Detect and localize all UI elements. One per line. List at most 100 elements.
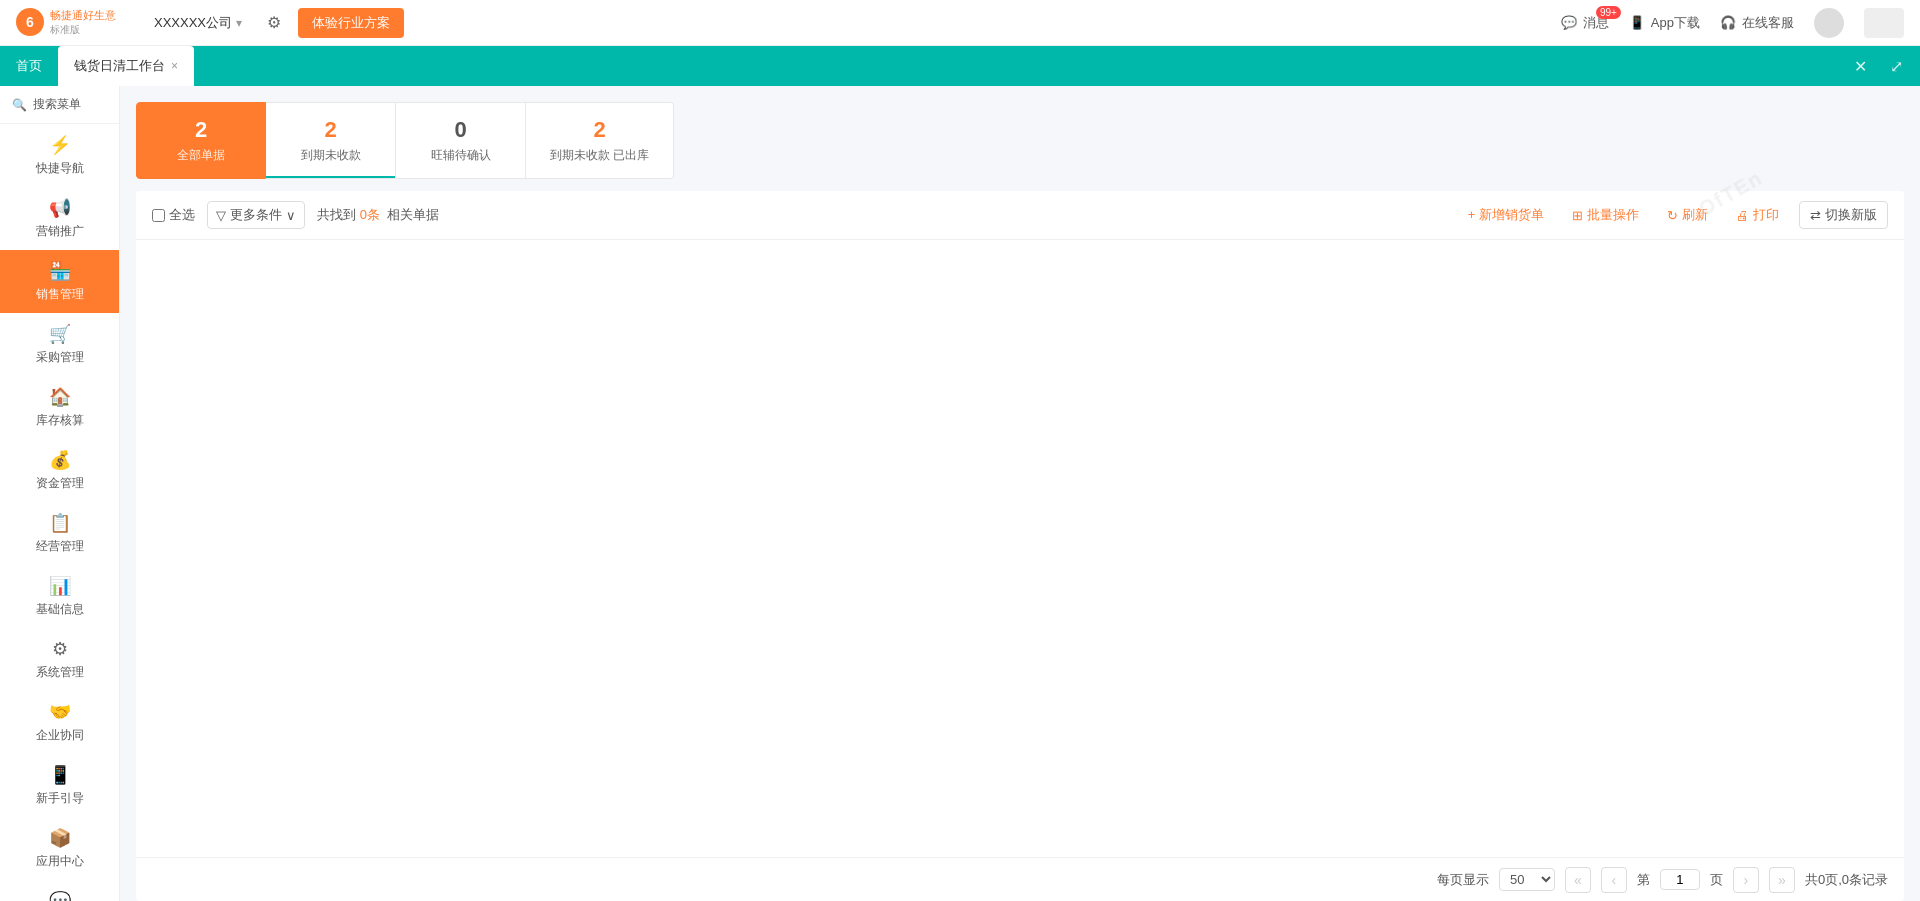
related-link[interactable]: 相关单据 — [387, 207, 439, 222]
basic-info-icon: 📊 — [49, 575, 71, 597]
sales-icon: 🏪 — [49, 260, 71, 282]
print-button[interactable]: 🖨 打印 — [1728, 202, 1787, 228]
batch-button[interactable]: ⊞ 批量操作 — [1564, 202, 1647, 228]
quick-nav-icon: ⚡ — [49, 134, 71, 156]
switch-icon: ⇄ — [1810, 208, 1821, 223]
sidebar-item-label: 销售管理 — [36, 286, 84, 303]
company-selector[interactable]: XXXXXX公司 ▾ — [146, 10, 250, 36]
summary-card-overdue[interactable]: 2 到期未收款 — [266, 102, 396, 179]
tab-close-button[interactable]: ✕ — [1846, 52, 1874, 80]
sidebar-item-system[interactable]: ⚙ 系统管理 — [0, 628, 119, 691]
inventory-icon: 🏠 — [49, 386, 71, 408]
wechat-icon: 💬 — [49, 890, 71, 901]
sidebar: 🔍 搜索菜单 ⚡ 快捷导航 📢 营销推广 🏪 销售管理 🛒 采购管理 🏠 库存核… — [0, 86, 120, 901]
tab-bar: 首页 钱货日清工作台 × ✕ ⤢ — [0, 46, 1920, 86]
search-menu-label: 搜索菜单 — [33, 96, 81, 113]
sidebar-item-label: 库存核算 — [36, 412, 84, 429]
message-badge: 99+ — [1596, 6, 1621, 19]
pagination: 每页显示 50 10 20 100 « ‹ 第 页 › » 共0页,0条记录 — [136, 857, 1904, 901]
avatar[interactable] — [1814, 8, 1844, 38]
sidebar-item-label: 应用中心 — [36, 853, 84, 870]
sidebar-item-wechat[interactable]: 💬 企业微信 — [0, 880, 119, 901]
system-icon: ⚙ — [52, 638, 68, 660]
card-label-overdue: 到期未收款 — [301, 147, 361, 164]
select-all-label: 全选 — [169, 206, 195, 224]
logo-text: 畅捷通好生意 — [50, 8, 116, 22]
guide-icon: 📱 — [49, 764, 71, 786]
purchase-icon: 🛒 — [49, 323, 71, 345]
switch-button[interactable]: ⇄ 切换新版 — [1799, 201, 1888, 229]
toolbar-left: 全选 ▽ 更多条件 ∨ 共找到 0条 相关单据 — [152, 201, 1448, 229]
app-center-icon: 📦 — [49, 827, 71, 849]
top-header: 6 畅捷通好生意 标准版 XXXXXX公司 ▾ ⚙ 体验行业方案 💬 消息 99… — [0, 0, 1920, 46]
sidebar-item-marketing[interactable]: 📢 营销推广 — [0, 187, 119, 250]
filter-icon: ▽ — [216, 208, 226, 223]
card-label-pending: 旺辅待确认 — [431, 147, 491, 164]
next-page-button[interactable]: › — [1733, 867, 1759, 893]
prev-page-icon: ‹ — [1612, 872, 1617, 888]
summary-card-all[interactable]: 2 全部单据 — [136, 102, 266, 179]
tab-close-icon[interactable]: × — [171, 59, 178, 73]
company-name: XXXXXX公司 — [154, 14, 232, 32]
sidebar-item-app-center[interactable]: 📦 应用中心 — [0, 817, 119, 880]
select-all-checkbox[interactable]: 全选 — [152, 206, 195, 224]
sidebar-item-label: 基础信息 — [36, 601, 84, 618]
select-all-input[interactable] — [152, 209, 165, 222]
tab-home[interactable]: 首页 — [0, 46, 58, 86]
sidebar-item-inventory[interactable]: 🏠 库存核算 — [0, 376, 119, 439]
batch-icon: ⊞ — [1572, 208, 1583, 223]
tab-bar-actions: ✕ ⤢ — [1846, 52, 1920, 80]
add-button[interactable]: + 新增销货单 — [1460, 202, 1552, 228]
app-download-button[interactable]: 📱 App下载 — [1629, 14, 1700, 32]
page-input[interactable] — [1660, 869, 1700, 890]
tab-active[interactable]: 钱货日清工作台 × — [58, 46, 194, 86]
search-menu-item[interactable]: 🔍 搜索菜单 — [0, 86, 119, 124]
summary-cards: 2 全部单据 2 到期未收款 0 旺辅待确认 2 到期未收款 已出库 — [120, 86, 1920, 179]
user-menu[interactable] — [1864, 8, 1904, 38]
refresh-button[interactable]: ↻ 刷新 — [1659, 202, 1716, 228]
sidebar-item-basic-info[interactable]: 📊 基础信息 — [0, 565, 119, 628]
summary-card-overdue-out[interactable]: 2 到期未收款 已出库 — [526, 102, 674, 179]
search-icon: 🔍 — [12, 98, 27, 112]
print-icon: 🖨 — [1736, 208, 1749, 223]
service-icon: 🎧 — [1720, 15, 1736, 30]
page-label: 第 — [1637, 871, 1650, 889]
table-area — [136, 240, 1904, 857]
total-info: 共0页,0条记录 — [1805, 871, 1888, 889]
sidebar-item-label: 采购管理 — [36, 349, 84, 366]
toolbar-right: + 新增销货单 ⊞ 批量操作 ↻ 刷新 🖨 打印 ⇄ 切换新版 — [1460, 201, 1888, 229]
settings-button[interactable]: ⚙ — [260, 9, 288, 37]
found-text: 共找到 0条 相关单据 — [317, 206, 439, 224]
marketing-icon: 📢 — [49, 197, 71, 219]
message-button[interactable]: 💬 消息 99+ — [1561, 14, 1609, 32]
card-label-overdue-out: 到期未收款 已出库 — [550, 147, 649, 164]
chevron-down-icon: ▾ — [236, 16, 242, 30]
sidebar-item-label: 资金管理 — [36, 475, 84, 492]
trial-button[interactable]: 体验行业方案 — [298, 8, 404, 38]
logo-icon: 6 — [16, 8, 44, 36]
first-page-icon: « — [1574, 872, 1582, 888]
sidebar-item-label: 企业协同 — [36, 727, 84, 744]
sidebar-item-label: 经营管理 — [36, 538, 84, 555]
sidebar-item-quick-nav[interactable]: ⚡ 快捷导航 — [0, 124, 119, 187]
page-size-label: 每页显示 — [1437, 871, 1489, 889]
filter-button[interactable]: ▽ 更多条件 ∨ — [207, 201, 305, 229]
sidebar-item-label: 营销推广 — [36, 223, 84, 240]
last-page-button[interactable]: » — [1769, 867, 1795, 893]
summary-card-pending[interactable]: 0 旺辅待确认 — [396, 102, 526, 179]
online-service-button[interactable]: 🎧 在线客服 — [1720, 14, 1794, 32]
card-count-overdue: 2 — [324, 117, 336, 143]
expand-icon: ⤢ — [1890, 57, 1903, 76]
sidebar-item-cooperation[interactable]: 🤝 企业协同 — [0, 691, 119, 754]
page-size-select[interactable]: 50 10 20 100 — [1499, 868, 1555, 891]
sidebar-item-guide[interactable]: 📱 新手引导 — [0, 754, 119, 817]
first-page-button[interactable]: « — [1565, 867, 1591, 893]
sidebar-item-operations[interactable]: 📋 经营管理 — [0, 502, 119, 565]
sidebar-item-finance[interactable]: 💰 资金管理 — [0, 439, 119, 502]
sidebar-item-label: 快捷导航 — [36, 160, 84, 177]
tab-expand-button[interactable]: ⤢ — [1882, 52, 1910, 80]
sidebar-item-purchase[interactable]: 🛒 采购管理 — [0, 313, 119, 376]
card-count-all: 2 — [195, 117, 207, 143]
sidebar-item-sales[interactable]: 🏪 销售管理 — [0, 250, 119, 313]
prev-page-button[interactable]: ‹ — [1601, 867, 1627, 893]
